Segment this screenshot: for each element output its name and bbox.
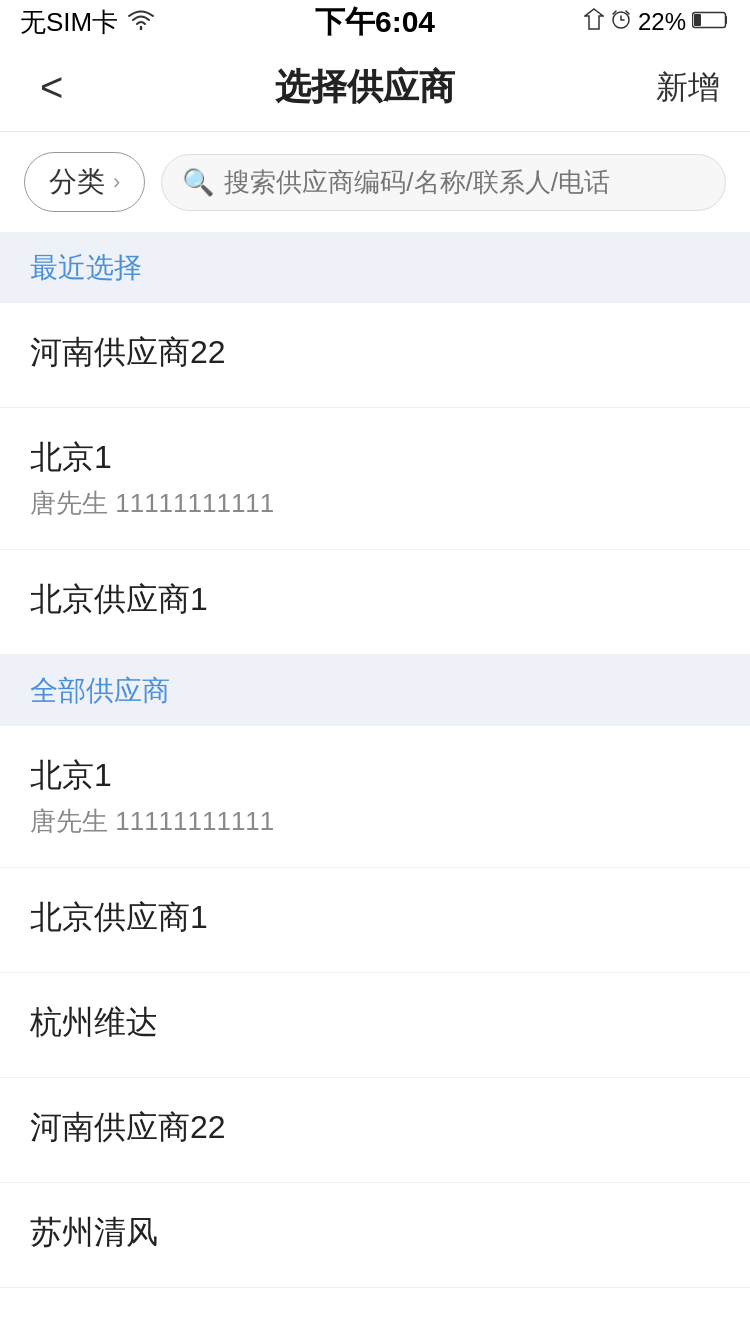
search-input[interactable] <box>224 167 705 198</box>
wifi-icon <box>126 7 156 38</box>
all-list-item[interactable]: 杭州维达 <box>0 973 750 1078</box>
recent-list-item[interactable]: 河南供应商22 <box>0 303 750 408</box>
battery-text: 22% <box>638 8 686 36</box>
all-section-header: 全部供应商 <box>0 655 750 726</box>
battery-icon <box>692 8 730 36</box>
all-section-label: 全部供应商 <box>30 675 170 706</box>
all-list-item[interactable]: 苏州清风 <box>0 1183 750 1288</box>
item-name: 杭州维达 <box>30 1001 720 1045</box>
all-list-item[interactable]: 北京1 唐先生 11111111111 <box>0 726 750 868</box>
location-icon <box>584 8 604 36</box>
svg-rect-2 <box>694 14 701 26</box>
category-button[interactable]: 分类 › <box>24 152 145 212</box>
item-name: 北京供应商1 <box>30 896 720 940</box>
status-time: 下午6:04 <box>315 2 435 43</box>
item-name: 河南供应商22 <box>30 1106 720 1150</box>
recent-list-item[interactable]: 北京1 唐先生 11111111111 <box>0 408 750 550</box>
item-name: 河南供应商22 <box>30 331 720 375</box>
status-left: 无SIM卡 <box>20 5 156 40</box>
filter-bar: 分类 › 🔍 <box>0 132 750 232</box>
status-bar: 无SIM卡 下午6:04 22% <box>0 0 750 44</box>
new-action-button[interactable]: 新增 <box>656 66 720 110</box>
all-items-list: 北京1 唐先生 11111111111 北京供应商1 杭州维达河南供应商22 苏州清风 <box>0 726 750 1288</box>
item-sub: 唐先生 11111111111 <box>30 804 720 839</box>
recent-section-header: 最近选择 <box>0 232 750 303</box>
chevron-right-icon: › <box>113 169 120 195</box>
item-name: 苏州清风 <box>30 1211 720 1255</box>
page-title: 选择供应商 <box>275 63 455 112</box>
all-list-item[interactable]: 北京供应商1 <box>0 868 750 973</box>
category-label: 分类 <box>49 163 105 201</box>
back-button[interactable]: < <box>30 55 73 120</box>
status-right: 22% <box>584 8 730 36</box>
item-sub: 唐先生 11111111111 <box>30 486 720 521</box>
search-box: 🔍 <box>161 154 726 211</box>
item-name: 北京1 <box>30 754 720 798</box>
all-list-item[interactable]: 河南供应商22 <box>0 1078 750 1183</box>
alarm-icon <box>610 8 632 36</box>
item-name: 北京供应商1 <box>30 578 720 622</box>
recent-items-list: 河南供应商22 北京1 唐先生 11111111111 北京供应商1 <box>0 303 750 655</box>
carrier-text: 无SIM卡 <box>20 5 118 40</box>
recent-section-label: 最近选择 <box>30 252 142 283</box>
search-icon: 🔍 <box>182 167 214 198</box>
nav-bar: < 选择供应商 新增 <box>0 44 750 132</box>
item-name: 北京1 <box>30 436 720 480</box>
recent-list-item[interactable]: 北京供应商1 <box>0 550 750 655</box>
